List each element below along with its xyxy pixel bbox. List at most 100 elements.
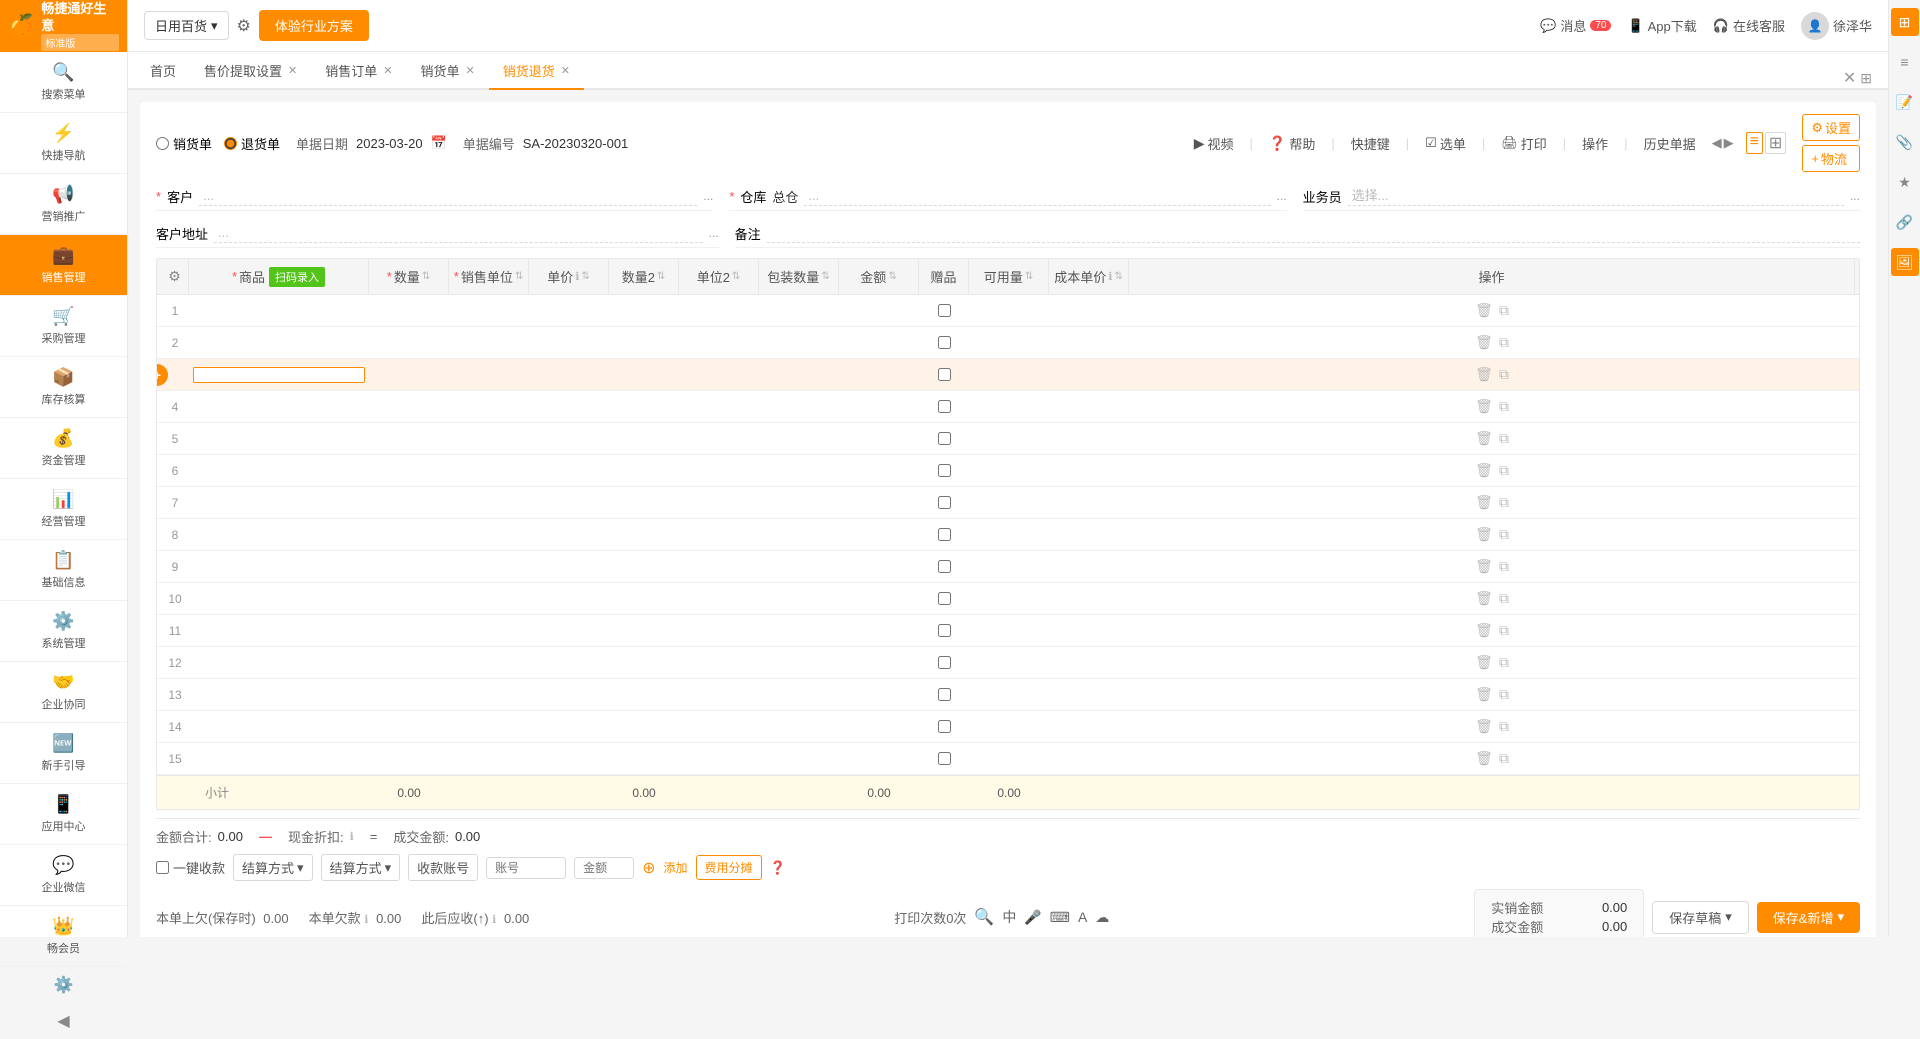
td-cost[interactable]: [1049, 551, 1129, 582]
td-cost[interactable]: [1049, 583, 1129, 614]
td-avail[interactable]: [969, 455, 1049, 486]
amount-input[interactable]: [843, 752, 915, 766]
qty-input[interactable]: [373, 432, 445, 446]
td-cost[interactable]: [1049, 743, 1129, 774]
td-pkg[interactable]: [759, 551, 839, 582]
message-btn[interactable]: 💬 消息 70: [1540, 16, 1611, 35]
sort-amount-icon[interactable]: ⇅: [888, 271, 896, 282]
price-input[interactable]: [533, 656, 605, 670]
price-input[interactable]: [533, 368, 605, 382]
qty-input[interactable]: [373, 304, 445, 318]
amount-input[interactable]: [843, 336, 915, 350]
pkg-input[interactable]: [763, 688, 835, 702]
warehouse-select-btn[interactable]: ...: [1277, 189, 1287, 203]
sidebar-item-inventory[interactable]: 📦 库存核算: [0, 357, 127, 418]
gift-checkbox[interactable]: [938, 752, 951, 765]
cost-input[interactable]: [1053, 752, 1125, 766]
unit-input[interactable]: [453, 400, 525, 414]
save-new-btn[interactable]: 保存&新增 ▾: [1757, 902, 1860, 933]
td-price[interactable]: [529, 743, 609, 774]
pkg-input[interactable]: [763, 624, 835, 638]
td-pkg[interactable]: [759, 711, 839, 742]
product-input[interactable]: [193, 464, 365, 478]
fee-btn[interactable]: 费用分摊: [696, 855, 762, 880]
td-cost[interactable]: [1049, 327, 1129, 358]
td-qty[interactable]: [369, 359, 449, 390]
price-input[interactable]: [533, 464, 605, 478]
delete-row-btn[interactable]: 🗑: [1475, 494, 1493, 511]
td-gift[interactable]: [919, 336, 969, 349]
tab-bar-maximize[interactable]: ⊞: [1860, 70, 1872, 87]
qty2-input[interactable]: [613, 624, 675, 638]
sidebar-item-purchase[interactable]: 🛒 采购管理: [0, 296, 127, 357]
td-qty[interactable]: [369, 487, 449, 518]
td-qty[interactable]: [369, 679, 449, 710]
qty2-input[interactable]: [613, 336, 675, 350]
td-amount[interactable]: [839, 487, 919, 518]
qty2-input[interactable]: [613, 688, 675, 702]
td-gift[interactable]: [919, 592, 969, 605]
cost-input[interactable]: [1053, 304, 1125, 318]
td-product[interactable]: [189, 455, 369, 486]
gift-checkbox[interactable]: [938, 656, 951, 669]
summary-method-select[interactable]: 结算方式 ▾: [321, 854, 401, 881]
td-price[interactable]: [529, 295, 609, 326]
qty-input[interactable]: [373, 624, 445, 638]
pkg-input[interactable]: [763, 560, 835, 574]
tab-close-price-settings[interactable]: ✕: [288, 64, 297, 77]
td-qty[interactable]: [369, 519, 449, 550]
td-qty[interactable]: [369, 327, 449, 358]
td-qty2[interactable]: [609, 743, 679, 774]
td-unit2[interactable]: [679, 295, 759, 326]
qty2-input[interactable]: [613, 656, 675, 670]
td-unit2[interactable]: [679, 711, 759, 742]
gift-checkbox[interactable]: [938, 560, 951, 573]
td-pkg[interactable]: [759, 647, 839, 678]
product-input[interactable]: [193, 496, 365, 510]
delete-row-btn[interactable]: 🗑: [1475, 430, 1493, 447]
product-input[interactable]: [193, 688, 365, 702]
td-qty[interactable]: [369, 615, 449, 646]
td-unit[interactable]: [449, 711, 529, 742]
note-input[interactable]: [767, 223, 1860, 243]
td-qty[interactable]: [369, 551, 449, 582]
unit2-input[interactable]: [683, 304, 755, 318]
delete-row-btn[interactable]: 🗑: [1475, 750, 1493, 767]
gift-checkbox[interactable]: [938, 624, 951, 637]
address-input[interactable]: [214, 223, 703, 243]
pkg-input[interactable]: [763, 496, 835, 510]
td-qty[interactable]: [369, 423, 449, 454]
qty2-input[interactable]: [613, 496, 675, 510]
amount-input[interactable]: [843, 688, 915, 702]
td-product[interactable]: [189, 679, 369, 710]
qty-input[interactable]: [373, 656, 445, 670]
copy-row-btn[interactable]: ⧉: [1499, 462, 1509, 479]
price-input[interactable]: [533, 432, 605, 446]
price-input[interactable]: [533, 560, 605, 574]
cost-input[interactable]: [1053, 528, 1125, 542]
avail-input[interactable]: [973, 368, 1045, 382]
qty2-input[interactable]: [613, 368, 675, 382]
pkg-input[interactable]: [763, 656, 835, 670]
gift-checkbox[interactable]: [938, 464, 951, 477]
tab-sales-delivery[interactable]: 销货单 ✕: [406, 53, 488, 90]
account-select[interactable]: 收款账号: [408, 854, 478, 881]
qty2-input[interactable]: [613, 592, 675, 606]
price-input[interactable]: [533, 336, 605, 350]
view-grid-btn[interactable]: ⊞: [1765, 132, 1786, 154]
td-unit[interactable]: [449, 519, 529, 550]
td-product[interactable]: [189, 487, 369, 518]
td-unit2[interactable]: [679, 423, 759, 454]
customer-select-btn[interactable]: ...: [703, 189, 713, 203]
td-gift[interactable]: [919, 400, 969, 413]
help-circle-icon2[interactable]: ℹ: [364, 914, 368, 926]
td-price[interactable]: [529, 519, 609, 550]
sort-price-icon[interactable]: ⇅: [581, 271, 589, 282]
gift-checkbox[interactable]: [938, 432, 951, 445]
delete-row-btn[interactable]: 🗑: [1475, 366, 1493, 383]
qty2-input[interactable]: [613, 304, 675, 318]
product-input[interactable]: [193, 528, 365, 542]
avail-input[interactable]: [973, 656, 1045, 670]
td-product[interactable]: [189, 391, 369, 422]
td-price[interactable]: [529, 327, 609, 358]
